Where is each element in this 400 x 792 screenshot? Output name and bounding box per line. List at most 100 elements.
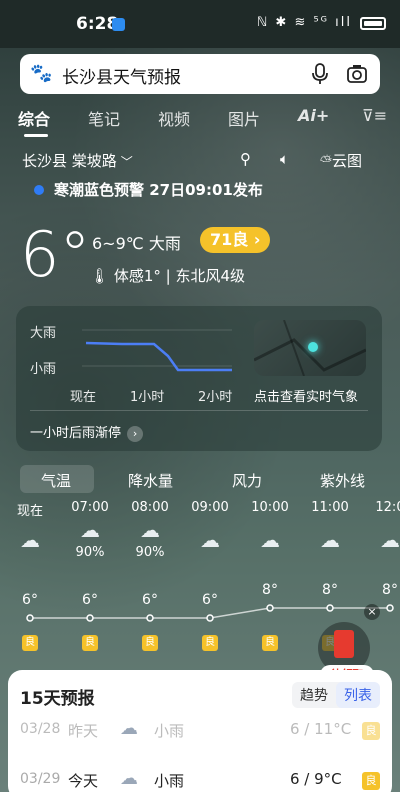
aqi-badge[interactable]: 71良 ›: [200, 227, 271, 253]
active-tab-indicator: [24, 134, 48, 137]
alert-time: 27日09:01发布: [149, 181, 263, 199]
hour-aqi-badge: 良: [142, 635, 158, 651]
hour-label: 09:00: [191, 500, 229, 515]
rain-summary[interactable]: 一小时后雨渐停 ›: [30, 422, 144, 442]
rain-forecast-card[interactable]: 大雨 小雨 现在 1小时 2小时 点击查看实时气象 一小时后雨渐停 ›: [16, 306, 382, 451]
y-label-light: 小雨: [30, 362, 57, 377]
view-toggle: 趋势 列表: [292, 682, 380, 708]
location-marker: [308, 342, 318, 352]
weather-alert[interactable]: 寒潮蓝色预警 27日09:01发布: [54, 179, 263, 200]
rain-cloud-icon: ☁︎: [120, 718, 138, 739]
mic-icon[interactable]: [310, 63, 330, 85]
temperature-range: 6~9℃ 大雨: [92, 234, 181, 253]
temp-point: [326, 604, 334, 612]
cloud-icon: ☁︎: [200, 528, 220, 552]
toggle-trend[interactable]: 趋势: [292, 682, 336, 708]
temp-point: [26, 614, 34, 622]
forecast-temp: 6 / 9°C: [290, 770, 342, 788]
rain-cloud-icon: ☁︎: [20, 528, 40, 552]
cloud-icon: ☁︎: [320, 528, 340, 552]
forecast-row[interactable]: 03/28 昨天 ☁︎ 小雨 6 / 11°C 良: [8, 716, 392, 746]
search-bar[interactable]: 🐾 长沙县天气预报: [20, 54, 380, 94]
hour-label: 07:00: [71, 500, 109, 515]
forecast-temp: 6 / 11°C: [290, 720, 352, 738]
search-query[interactable]: 长沙县天气预报: [62, 63, 181, 88]
paw-icon: 🐾: [30, 63, 53, 84]
location-selector[interactable]: 长沙县 棠坡路 ﹀: [22, 150, 133, 171]
temp-point: [146, 614, 154, 622]
filter-icon[interactable]: ⊽≡: [362, 106, 387, 125]
radar-map-thumbnail[interactable]: [254, 320, 366, 376]
red-packet-icon: [334, 630, 354, 658]
location-name: 长沙县 棠坡路: [22, 152, 117, 170]
feels-like: 🌡︎ 体感1° | 东北风4级: [90, 267, 245, 285]
current-temperature: 6°: [20, 218, 91, 291]
forecast-aqi: 良: [362, 722, 380, 740]
tab-notes[interactable]: 笔记: [88, 106, 120, 130]
toggle-list[interactable]: 列表: [336, 682, 380, 708]
temp-point: [266, 604, 274, 612]
camera-icon[interactable]: [346, 63, 368, 85]
close-packet-button[interactable]: ×: [364, 604, 380, 620]
tab-images[interactable]: 图片: [228, 106, 260, 130]
cloud-icon: ☁︎: [380, 528, 400, 552]
hour-label: 08:00: [131, 500, 169, 515]
forecast-aqi: 良: [362, 772, 380, 790]
hour-label: 10:00: [251, 500, 289, 515]
system-indicators: ℕ ✱ ≋ ⁵ᴳ ıll: [256, 15, 352, 30]
x-label-2h: 2小时: [198, 390, 233, 405]
rain-summary-text: 一小时后雨渐停: [30, 426, 122, 441]
pin-icon[interactable]: ⚲: [240, 150, 251, 168]
rain-cloud-icon: ☁︎: [120, 768, 138, 789]
forecast-day: 今天: [68, 772, 99, 790]
chevron-right-icon: ›: [127, 426, 144, 442]
cloud-map-button[interactable]: ⛅︎云图: [320, 150, 362, 171]
search-tabs: 综合 笔记 视频 图片 Ai+ ⊽≡: [0, 104, 400, 138]
temp-point: [206, 614, 214, 622]
hour-aqi-badge: 良: [22, 635, 38, 651]
cloud-icon: ☁︎: [260, 528, 280, 552]
x-label-1h: 1小时: [130, 390, 165, 405]
alert-dot-icon: [34, 185, 44, 195]
temp-point: [386, 604, 394, 612]
forecast-title: 15天预报: [20, 689, 95, 709]
forecast-day: 昨天: [68, 722, 99, 740]
tab-all[interactable]: 综合: [18, 106, 50, 130]
rain-cloud-icon: ☁︎: [140, 518, 160, 542]
y-label-heavy: 大雨: [30, 326, 57, 341]
chevron-down-icon: ﹀: [120, 155, 133, 169]
tab-ai[interactable]: Ai+: [298, 106, 329, 125]
tab-wind[interactable]: 风力: [232, 470, 262, 491]
forecast-condition: 小雨: [154, 772, 185, 790]
hour-aqi-badge: 良: [262, 635, 278, 651]
hour-aqi-badge: 良: [82, 635, 98, 651]
temp-point: [86, 614, 94, 622]
hour-label: 现在: [16, 504, 43, 519]
hour-label: 11:00: [311, 500, 349, 515]
x-label-now: 现在: [70, 390, 97, 405]
map-caption[interactable]: 点击查看实时气象: [254, 386, 358, 405]
card-divider: [30, 410, 368, 411]
status-bar: 6:28 ℕ ✱ ≋ ⁵ᴳ ıll: [0, 0, 400, 48]
forecast-date: 03/29: [20, 771, 61, 787]
rain-intensity-chart: [82, 329, 232, 372]
forecast-row[interactable]: 03/29 今天 ☁︎ 小雨 6 / 9°C 良: [8, 766, 392, 792]
fifteen-day-forecast: 15天预报 趋势 列表 03/28 昨天 ☁︎ 小雨 6 / 11°C 良 03/…: [8, 670, 392, 792]
forecast-condition: 小雨: [154, 722, 185, 740]
tab-video[interactable]: 视频: [158, 106, 190, 130]
alert-title: 寒潮蓝色预警: [54, 181, 145, 199]
tab-temperature[interactable]: 气温: [41, 470, 71, 491]
hour-aqi-badge: 良: [202, 635, 218, 651]
precip-probability: 90%: [135, 545, 165, 560]
tab-uv[interactable]: 紫外线: [320, 470, 365, 491]
speaker-icon[interactable]: 🔈︎: [280, 150, 289, 168]
forecast-date: 03/28: [20, 721, 61, 737]
precip-probability: 90%: [75, 545, 105, 560]
tab-precipitation[interactable]: 降水量: [128, 470, 173, 491]
battery-icon: [360, 17, 386, 30]
rain-cloud-icon: ☁︎: [80, 518, 100, 542]
cloud-map-label: 云图: [332, 152, 363, 170]
feels-like-text: 体感1° | 东北风4级: [113, 267, 245, 285]
hour-label: 12:0: [375, 500, 400, 515]
app-notification-icon: [112, 18, 125, 31]
